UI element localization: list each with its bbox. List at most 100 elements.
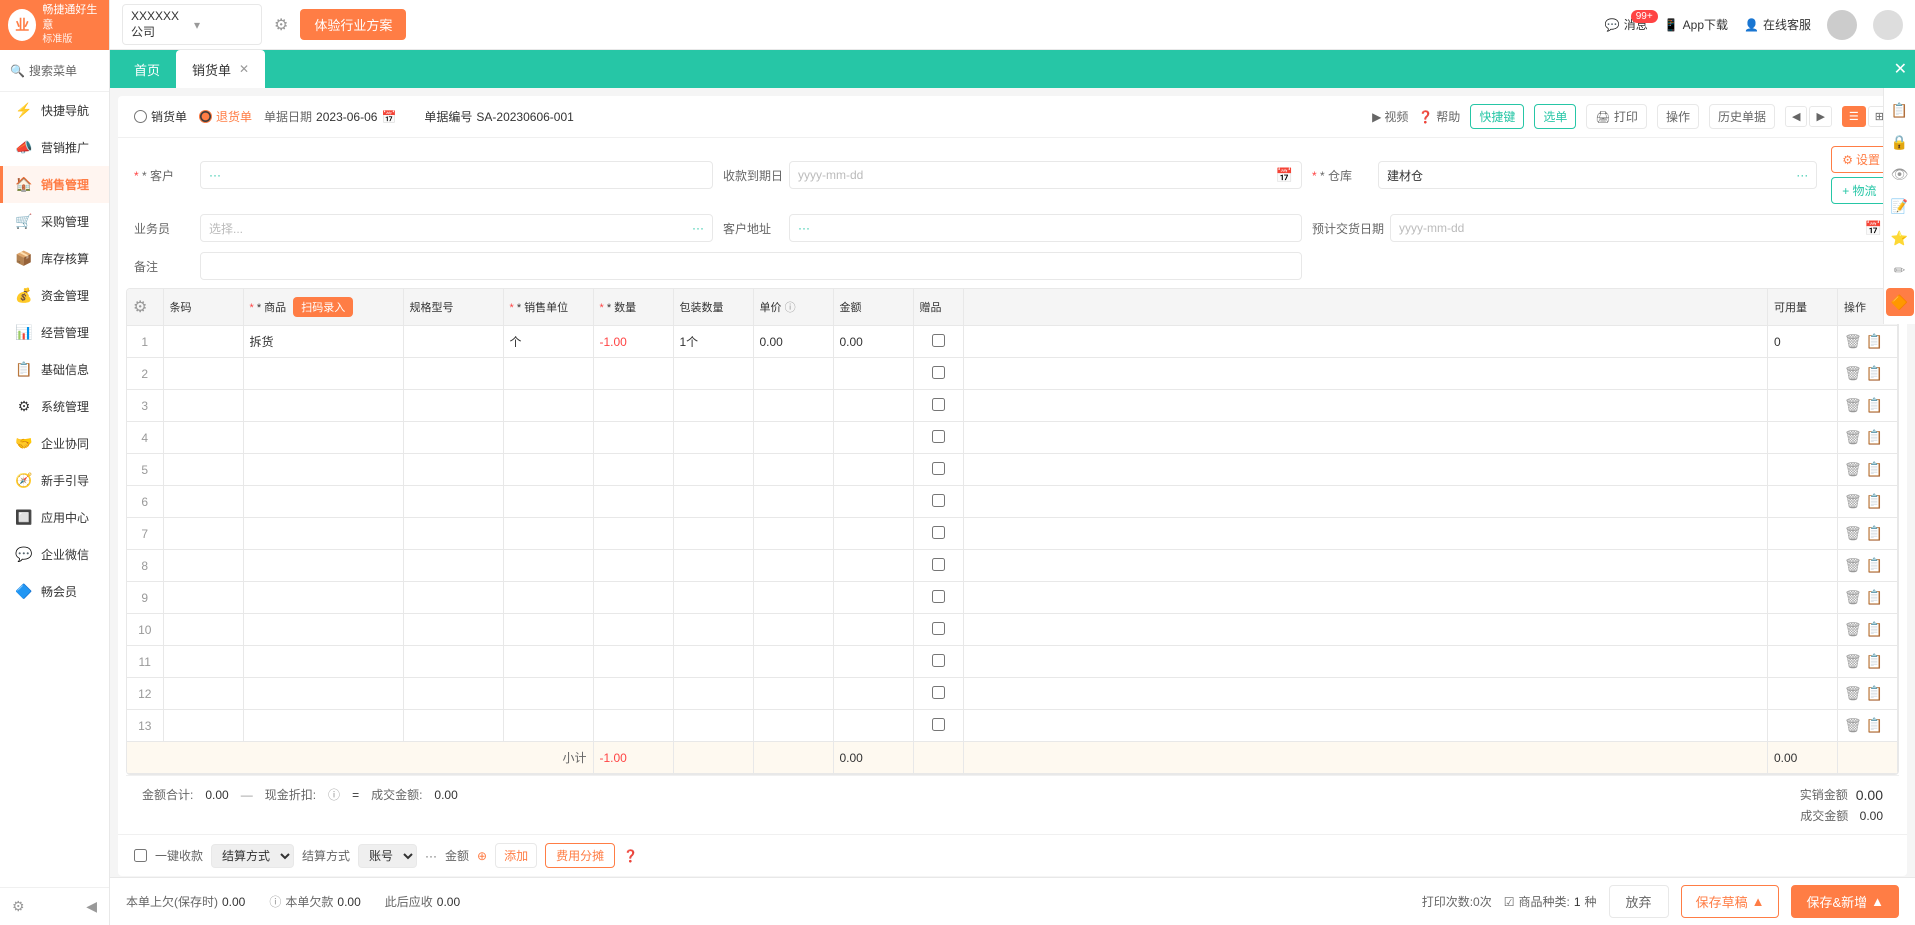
list-view-btn[interactable]: ☰ xyxy=(1842,106,1866,127)
help-link[interactable]: ❓ 帮助 xyxy=(1418,108,1460,125)
row-pkg-qty-2[interactable] xyxy=(673,358,753,390)
row-barcode-2[interactable] xyxy=(163,358,243,390)
delete-icon-13[interactable]: 🗑 xyxy=(1844,717,1862,734)
row-amount-11[interactable] xyxy=(833,646,913,678)
row-spec-7[interactable] xyxy=(403,518,503,550)
row-amount-2[interactable] xyxy=(833,358,913,390)
sidebar-item-purchase[interactable]: 🛒 采购管理 xyxy=(0,203,109,240)
video-link[interactable]: ▶ 视频 xyxy=(1372,108,1408,125)
sidebar-item-enterprise[interactable]: 🤝 企业协同 xyxy=(0,425,109,462)
next-btn[interactable]: ▶ xyxy=(1809,106,1831,127)
row-pkg-qty-8[interactable] xyxy=(673,550,753,582)
row-pkg-qty-6[interactable] xyxy=(673,486,753,518)
row-unit-3[interactable] xyxy=(503,390,593,422)
right-panel-item-6[interactable]: ✏ xyxy=(1886,256,1914,284)
row-amount-4[interactable] xyxy=(833,422,913,454)
sidebar-item-base[interactable]: 📋 基础信息 xyxy=(0,351,109,388)
row-amount-9[interactable] xyxy=(833,582,913,614)
row-price-10[interactable] xyxy=(753,614,833,646)
row-gift-12[interactable] xyxy=(913,678,963,710)
row-barcode-13[interactable] xyxy=(163,710,243,742)
prev-btn[interactable]: ◀ xyxy=(1785,106,1807,127)
copy-icon-8[interactable]: 📋 xyxy=(1866,557,1883,574)
customer-input[interactable]: ··· xyxy=(200,161,713,189)
copy-icon-13[interactable]: 📋 xyxy=(1866,717,1883,734)
discard-btn[interactable]: 放弃 xyxy=(1609,885,1669,918)
user-avatar-secondary[interactable] xyxy=(1873,10,1903,40)
sidebar-item-appstore[interactable]: 🔲 应用中心 xyxy=(0,499,109,536)
search-menu-btn[interactable]: 🔍 搜索菜单 xyxy=(6,58,103,83)
row-product-12[interactable] xyxy=(243,678,403,710)
row-unit-10[interactable] xyxy=(503,614,593,646)
row-price-6[interactable] xyxy=(753,486,833,518)
delete-icon-3[interactable]: 🗑 xyxy=(1844,397,1862,414)
delete-icon-6[interactable]: 🗑 xyxy=(1844,493,1862,510)
row-barcode-9[interactable] xyxy=(163,582,243,614)
row-product-3[interactable] xyxy=(243,390,403,422)
copy-icon-7[interactable]: 📋 xyxy=(1866,525,1883,542)
tab-sales-order[interactable]: 销货单 ✕ xyxy=(176,50,265,88)
salesman-input[interactable]: 选择... ··· xyxy=(200,214,713,242)
copy-icon-1[interactable]: 📋 xyxy=(1866,333,1883,350)
row-product-11[interactable] xyxy=(243,646,403,678)
row-product-7[interactable] xyxy=(243,518,403,550)
row-pkg-qty-4[interactable] xyxy=(673,422,753,454)
copy-icon-11[interactable]: 📋 xyxy=(1866,653,1883,670)
save-draft-btn[interactable]: 保存草稿 ▲ xyxy=(1681,885,1780,918)
row-pkg-qty-9[interactable] xyxy=(673,582,753,614)
row-spec-13[interactable] xyxy=(403,710,503,742)
copy-icon-10[interactable]: 📋 xyxy=(1866,621,1883,638)
row-pkg-qty-11[interactable] xyxy=(673,646,753,678)
delete-icon-12[interactable]: 🗑 xyxy=(1844,685,1862,702)
row-gift-2[interactable] xyxy=(913,358,963,390)
copy-icon-9[interactable]: 📋 xyxy=(1866,589,1883,606)
row-pkg-qty-12[interactable] xyxy=(673,678,753,710)
sidebar-item-marketing[interactable]: 📣 营销推广 xyxy=(0,129,109,166)
row-gift-1[interactable] xyxy=(913,326,963,358)
row-gift-8[interactable] xyxy=(913,550,963,582)
row-unit-11[interactable] xyxy=(503,646,593,678)
copy-icon-3[interactable]: 📋 xyxy=(1866,397,1883,414)
remark-input[interactable] xyxy=(200,252,1302,280)
row-gift-4[interactable] xyxy=(913,422,963,454)
row-barcode-11[interactable] xyxy=(163,646,243,678)
calendar-icon[interactable]: 📅 xyxy=(381,110,396,124)
row-spec-8[interactable] xyxy=(403,550,503,582)
row-pkg-qty-13[interactable] xyxy=(673,710,753,742)
sidebar-item-system[interactable]: ⚙ 系统管理 xyxy=(0,388,109,425)
row-unit-5[interactable] xyxy=(503,454,593,486)
fee-split-btn[interactable]: 费用分摊 xyxy=(545,843,615,868)
row-unit-7[interactable] xyxy=(503,518,593,550)
delete-icon-10[interactable]: 🗑 xyxy=(1844,621,1862,638)
radio-sale-order[interactable]: 销货单 xyxy=(134,108,187,125)
row-barcode-8[interactable] xyxy=(163,550,243,582)
scan-btn[interactable]: 扫码录入 xyxy=(293,297,353,317)
row-price-1[interactable]: 0.00 xyxy=(753,326,833,358)
row-product-10[interactable] xyxy=(243,614,403,646)
row-price-5[interactable] xyxy=(753,454,833,486)
right-panel-item-2[interactable]: 🔒 xyxy=(1886,128,1914,156)
footer-settings-icon[interactable]: ⚙ xyxy=(12,898,25,915)
right-panel-item-1[interactable]: 📋 xyxy=(1886,96,1914,124)
row-amount-7[interactable] xyxy=(833,518,913,550)
row-product-8[interactable] xyxy=(243,550,403,582)
row-gift-5[interactable] xyxy=(913,454,963,486)
select-btn[interactable]: 选单 xyxy=(1534,104,1576,129)
row-product-13[interactable] xyxy=(243,710,403,742)
operation-btn[interactable]: 操作 xyxy=(1657,104,1699,129)
row-unit-6[interactable] xyxy=(503,486,593,518)
right-panel-item-7[interactable]: 🔶 xyxy=(1886,288,1914,316)
row-price-3[interactable] xyxy=(753,390,833,422)
company-selector[interactable]: XXXXXX公司 ▾ xyxy=(122,4,262,45)
sidebar-item-capital[interactable]: 💰 资金管理 xyxy=(0,277,109,314)
row-unit-8[interactable] xyxy=(503,550,593,582)
header-message-btn[interactable]: 💬 消息 99+ xyxy=(1605,16,1648,33)
copy-icon-6[interactable]: 📋 xyxy=(1866,493,1883,510)
row-amount-13[interactable] xyxy=(833,710,913,742)
row-barcode-3[interactable] xyxy=(163,390,243,422)
delete-icon-7[interactable]: 🗑 xyxy=(1844,525,1862,542)
tab-close-icon[interactable]: ✕ xyxy=(239,62,249,76)
header-gear-btn[interactable]: ⚙ xyxy=(274,15,288,35)
row-spec-12[interactable] xyxy=(403,678,503,710)
sidebar-item-inventory[interactable]: 📦 库存核算 xyxy=(0,240,109,277)
